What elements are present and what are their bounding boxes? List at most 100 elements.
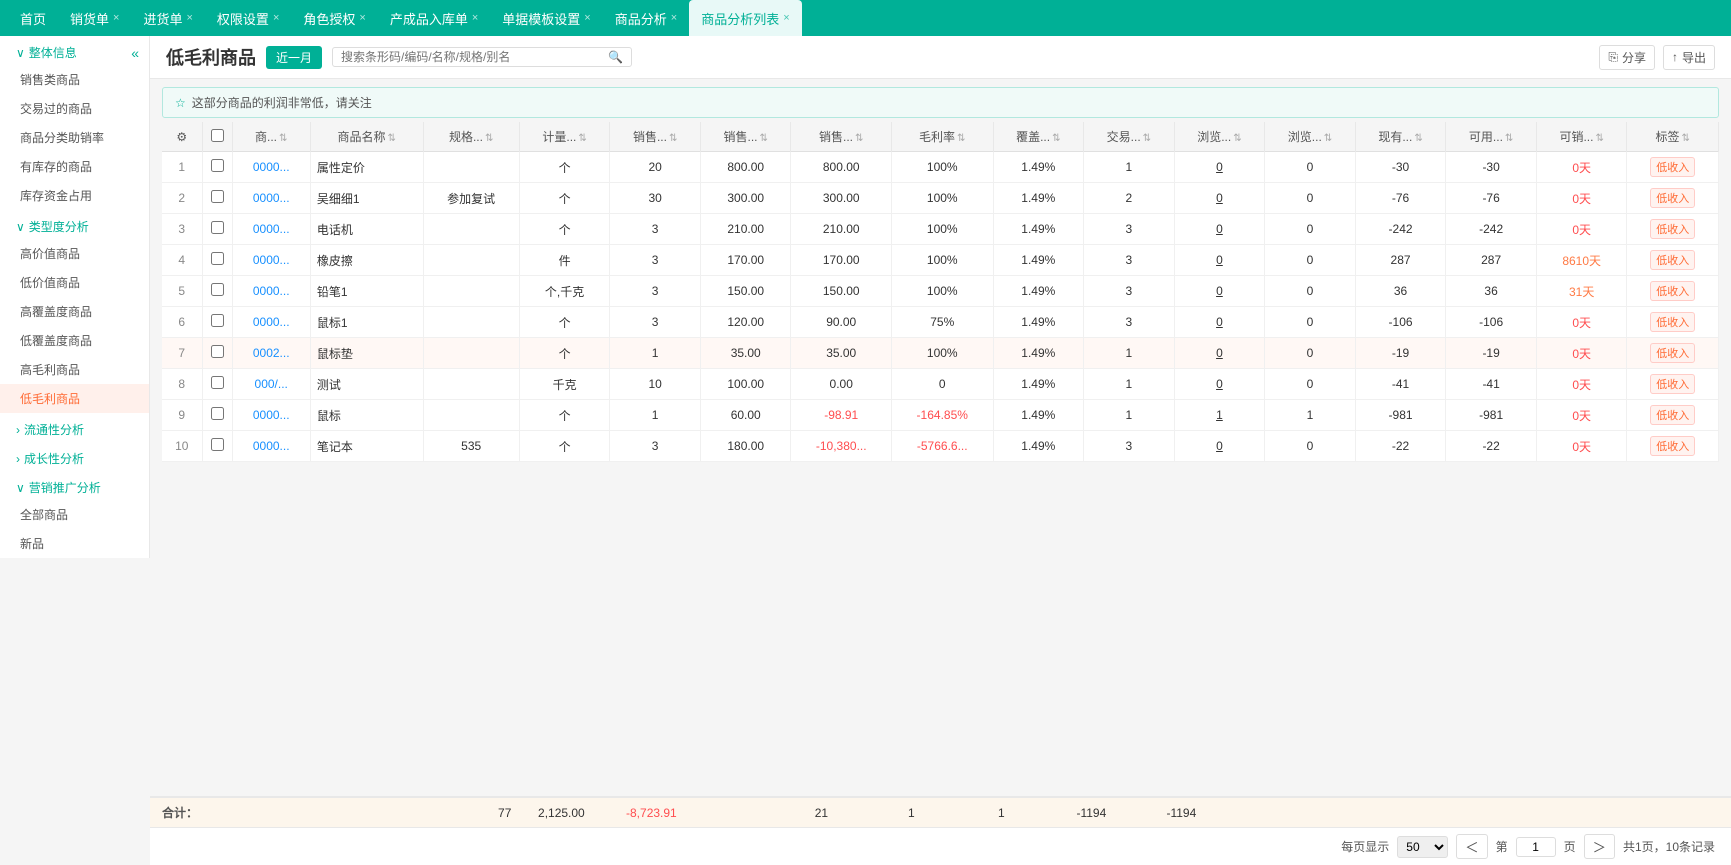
sidebar-item-traded-goods[interactable]: 交易过的商品 [0, 94, 149, 123]
row-browse1[interactable]: 0 [1174, 152, 1265, 183]
row-checkbox-cell[interactable] [202, 307, 232, 338]
sidebar-item-low-coverage[interactable]: 低覆盖度商品 [0, 326, 149, 355]
sidebar-item-stock-funds[interactable]: 库存资金占用 [0, 181, 149, 210]
col-browse2[interactable]: 浏览...⇅ [1265, 122, 1356, 152]
col-sales-amount[interactable]: 销售...⇅ [791, 122, 891, 152]
page-unit: 页 [1564, 838, 1576, 855]
sidebar-item-high-coverage[interactable]: 高覆盖度商品 [0, 297, 149, 326]
search-input[interactable] [341, 50, 608, 64]
table-container[interactable]: ⚙ 商...⇅ 商品名称⇅ 规格...⇅ 计量...⇅ 销售...⇅ 销售...… [162, 122, 1719, 796]
sidebar-item-high-value[interactable]: 高价值商品 [0, 239, 149, 268]
nav-prodin-close[interactable]: × [472, 12, 478, 24]
nav-gal-close[interactable]: × [783, 12, 789, 24]
row-checkbox-cell[interactable] [202, 431, 232, 462]
sidebar-item-low-margin[interactable]: 低毛利商品 [0, 384, 149, 413]
time-filter-button[interactable]: 近一月 [266, 46, 322, 69]
nav-permissions[interactable]: 权限设置 × [205, 0, 291, 36]
sidebar-group-type[interactable]: ∨ 类型度分析 [0, 210, 149, 239]
row-browse1[interactable]: 1 [1174, 400, 1265, 431]
row-checkbox[interactable] [211, 159, 224, 172]
row-browse1[interactable]: 0 [1174, 431, 1265, 462]
settings-col-header[interactable]: ⚙ [162, 122, 202, 152]
row-browse1[interactable]: 0 [1174, 338, 1265, 369]
share-button[interactable]: ⎘ 分享 [1599, 45, 1655, 70]
col-unit[interactable]: 计量...⇅ [519, 122, 610, 152]
nav-purchase-close[interactable]: × [186, 12, 192, 24]
row-browse1[interactable]: 0 [1174, 245, 1265, 276]
row-checkbox[interactable] [211, 438, 224, 451]
row-checkbox-cell[interactable] [202, 245, 232, 276]
row-browse1[interactable]: 0 [1174, 214, 1265, 245]
sidebar-item-stock-goods[interactable]: 有库存的商品 [0, 152, 149, 181]
row-browse1[interactable]: 0 [1174, 276, 1265, 307]
row-trade: 1 [1084, 152, 1175, 183]
search-box: 🔍 [332, 47, 632, 67]
sidebar-item-all-goods[interactable]: 全部商品 [0, 500, 149, 529]
row-checkbox-cell[interactable] [202, 214, 232, 245]
col-coverage[interactable]: 覆盖...⇅ [993, 122, 1084, 152]
sidebar-item-sales-goods[interactable]: 销售类商品 [0, 65, 149, 94]
nav-home[interactable]: 首页 [8, 0, 58, 36]
col-current-stock[interactable]: 现有...⇅ [1355, 122, 1446, 152]
page-size-select[interactable]: 50 100 200 [1397, 836, 1448, 858]
nav-purchase[interactable]: 进货单 × [131, 0, 204, 36]
col-name[interactable]: 商品名称⇅ [310, 122, 423, 152]
row-checkbox-cell[interactable] [202, 369, 232, 400]
col-spec[interactable]: 规格...⇅ [423, 122, 519, 152]
sidebar-item-high-margin[interactable]: 高毛利商品 [0, 355, 149, 384]
row-browse1[interactable]: 0 [1174, 183, 1265, 214]
sidebar-group-marketing[interactable]: ∨ 营销推广分析 [0, 471, 149, 500]
col-gross-rate[interactable]: 毛利率⇅ [891, 122, 993, 152]
next-page-button[interactable]: ＞ [1584, 834, 1615, 859]
sidebar-item-new-goods[interactable]: 新品 [0, 529, 149, 558]
export-button[interactable]: ↑ 导出 [1663, 45, 1715, 70]
row-checkbox[interactable] [211, 252, 224, 265]
nav-goods-analysis-list[interactable]: 商品分析列表 × [689, 0, 801, 36]
page-number-input[interactable] [1516, 837, 1556, 857]
row-browse1[interactable]: 0 [1174, 307, 1265, 338]
nav-tpl-close[interactable]: × [584, 12, 590, 24]
select-all-checkbox[interactable] [211, 129, 224, 142]
row-checkbox-cell[interactable] [202, 338, 232, 369]
col-saleable[interactable]: 可销...⇅ [1536, 122, 1627, 152]
row-checkbox[interactable] [211, 345, 224, 358]
nav-role-close[interactable]: × [359, 12, 365, 24]
checkbox-col-header[interactable] [202, 122, 232, 152]
row-checkbox-cell[interactable] [202, 152, 232, 183]
row-current-stock: -76 [1355, 183, 1446, 214]
nav-template[interactable]: 单据模板设置 × [490, 0, 602, 36]
nav-sales[interactable]: 销货单 × [58, 0, 131, 36]
nav-ga-close[interactable]: × [671, 12, 677, 24]
col-available[interactable]: 可用...⇅ [1446, 122, 1537, 152]
row-checkbox-cell[interactable] [202, 400, 232, 431]
sidebar-group-circulation[interactable]: › 流通性分析 [0, 413, 149, 442]
nav-goods-analysis[interactable]: 商品分析 × [603, 0, 689, 36]
sidebar-group-overall[interactable]: ∨ 整体信息 « [0, 36, 149, 65]
row-checkbox[interactable] [211, 283, 224, 296]
prev-page-button[interactable]: ＜ [1456, 834, 1487, 859]
col-code[interactable]: 商...⇅ [232, 122, 310, 152]
table-header-row: ⚙ 商...⇅ 商品名称⇅ 规格...⇅ 计量...⇅ 销售...⇅ 销售...… [162, 122, 1719, 152]
sidebar-group-growth[interactable]: › 成长性分析 [0, 442, 149, 471]
row-checkbox[interactable] [211, 407, 224, 420]
row-checkbox-cell[interactable] [202, 276, 232, 307]
col-trade[interactable]: 交易...⇅ [1084, 122, 1175, 152]
sidebar-collapse-icon[interactable]: « [131, 45, 139, 61]
nav-sales-close[interactable]: × [113, 12, 119, 24]
col-sales-price[interactable]: 销售...⇅ [700, 122, 791, 152]
col-tag[interactable]: 标签⇅ [1627, 122, 1719, 152]
row-browse1[interactable]: 0 [1174, 369, 1265, 400]
nav-product-in[interactable]: 产成品入库单 × [378, 0, 490, 36]
sidebar-item-low-value[interactable]: 低价值商品 [0, 268, 149, 297]
row-checkbox-cell[interactable] [202, 183, 232, 214]
row-checkbox[interactable] [211, 221, 224, 234]
col-sales-qty[interactable]: 销售...⇅ [610, 122, 701, 152]
row-checkbox[interactable] [211, 314, 224, 327]
row-checkbox[interactable] [211, 376, 224, 389]
nav-roles[interactable]: 角色授权 × [291, 0, 377, 36]
col-browse1[interactable]: 浏览...⇅ [1174, 122, 1265, 152]
nav-perm-close[interactable]: × [273, 12, 279, 24]
row-checkbox[interactable] [211, 190, 224, 203]
sidebar-item-category-rate[interactable]: 商品分类助销率 [0, 123, 149, 152]
search-icon[interactable]: 🔍 [608, 50, 623, 64]
